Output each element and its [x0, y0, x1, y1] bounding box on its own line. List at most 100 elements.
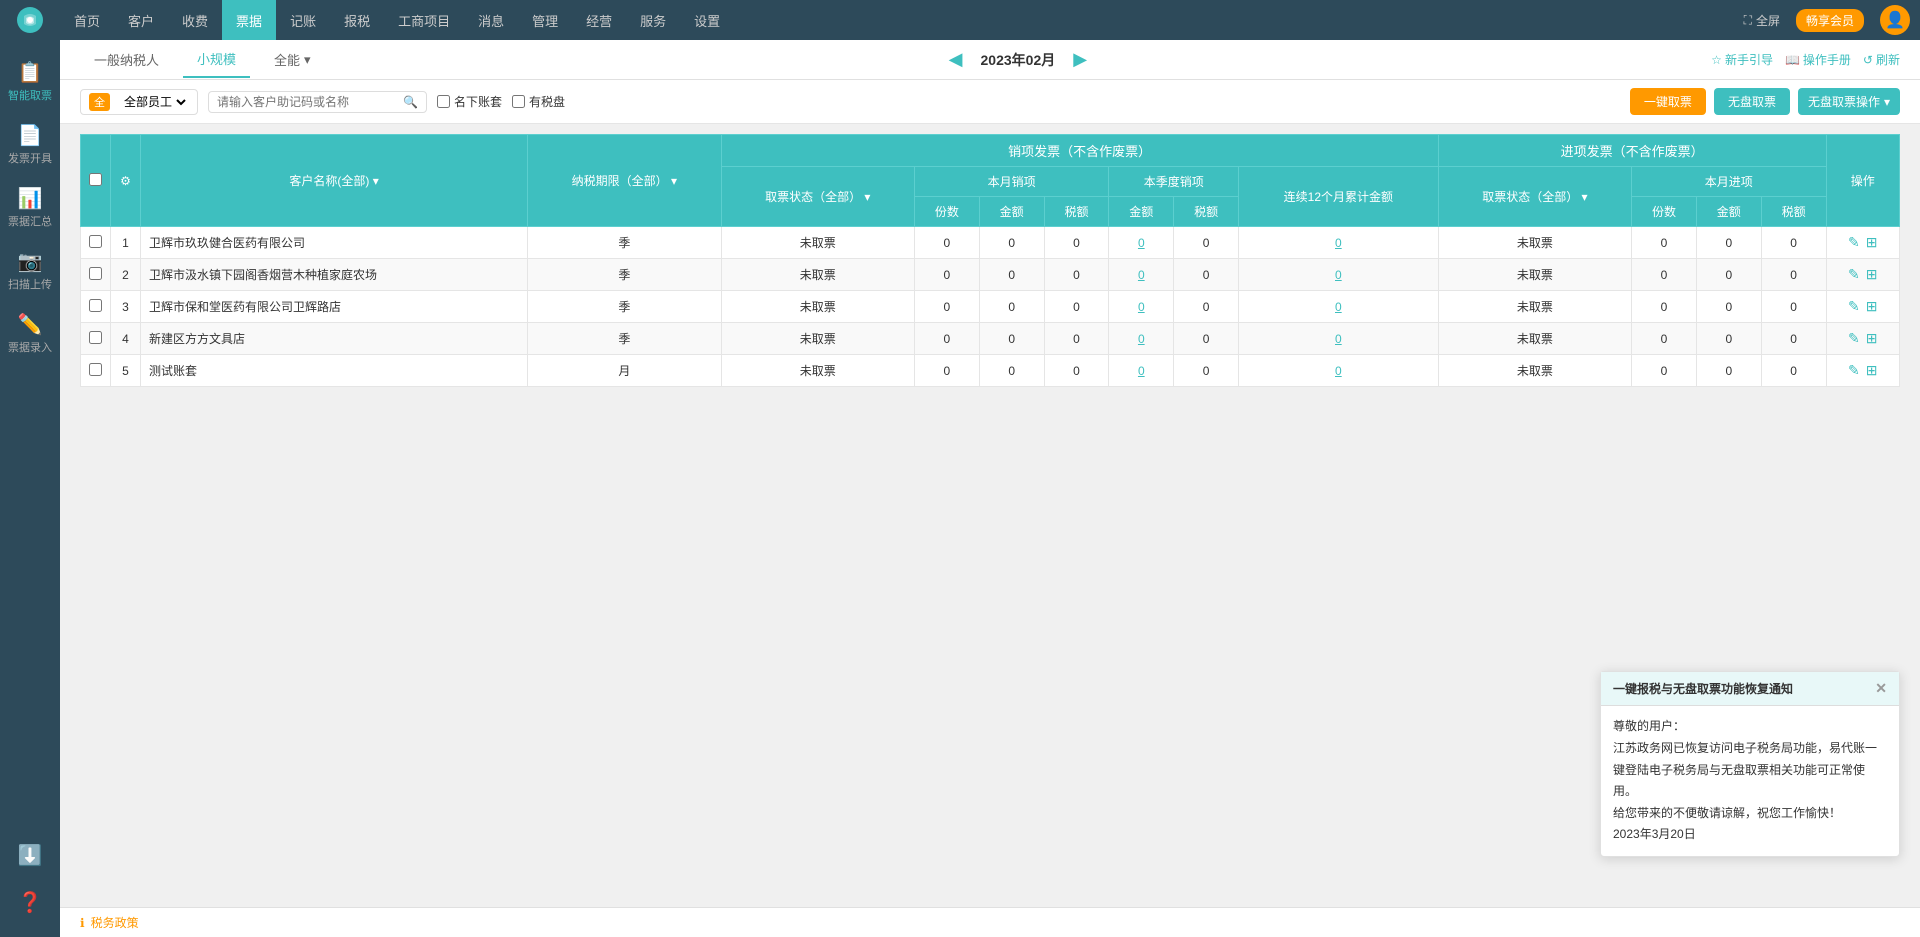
- nav-manage[interactable]: 管理: [518, 0, 572, 40]
- tax-period-filter-icon[interactable]: ▾: [671, 174, 677, 188]
- my-accounts-checkbox[interactable]: [437, 95, 450, 108]
- nav-menu: 首页 客户 收费 票据 记账 报税 工商项目 消息 管理 经营 服务 设置: [60, 0, 1744, 40]
- row-consecutive-12[interactable]: 0: [1239, 355, 1439, 387]
- sidebar-item-invoice-open[interactable]: 📄 发票开具: [0, 113, 60, 176]
- row-consecutive-12[interactable]: 0: [1239, 259, 1439, 291]
- row-purchase-copies: 0: [1632, 227, 1697, 259]
- view-icon[interactable]: ⊞: [1866, 362, 1878, 379]
- row-sales-copies: 0: [914, 227, 979, 259]
- row-purchase-copies: 0: [1632, 323, 1697, 355]
- select-all-checkbox[interactable]: [89, 173, 102, 186]
- diskless-retrieve-ops-button[interactable]: 无盘取票操作 ▾: [1798, 88, 1900, 115]
- edit-icon[interactable]: ✎: [1848, 362, 1860, 379]
- view-icon[interactable]: ⊞: [1866, 330, 1878, 347]
- nav-invoice[interactable]: 票据: [222, 0, 276, 40]
- row-quarter-amount[interactable]: 0: [1109, 291, 1174, 323]
- row-checkbox[interactable]: [89, 235, 102, 248]
- nav-message[interactable]: 消息: [464, 0, 518, 40]
- manual-btn[interactable]: 📖 操作手册: [1785, 51, 1851, 68]
- row-quarter-amount[interactable]: 0: [1109, 323, 1174, 355]
- user-avatar[interactable]: 👤: [1880, 5, 1910, 35]
- my-accounts-checkbox-label[interactable]: 名下账套: [437, 93, 502, 110]
- view-icon[interactable]: ⊞: [1866, 234, 1878, 251]
- edit-icon[interactable]: ✎: [1848, 266, 1860, 283]
- nav-business[interactable]: 工商项目: [384, 0, 464, 40]
- filter-icon[interactable]: ▾: [373, 174, 379, 188]
- row-consecutive-12[interactable]: 0: [1239, 323, 1439, 355]
- row-checkbox-cell[interactable]: [81, 291, 111, 323]
- sales-amount-header: 金额: [979, 197, 1044, 227]
- view-icon[interactable]: ⊞: [1866, 298, 1878, 315]
- sidebar-item-scan-upload[interactable]: 📷 扫描上传: [0, 239, 60, 302]
- row-quarter-amount[interactable]: 0: [1109, 259, 1174, 291]
- app-logo[interactable]: [10, 0, 50, 40]
- notification-close-button[interactable]: ✕: [1875, 680, 1887, 697]
- has-taxdisk-checkbox-label[interactable]: 有税盘: [512, 93, 565, 110]
- row-checkbox[interactable]: [89, 267, 102, 280]
- toolbar-right-buttons: 一键取票 无盘取票 无盘取票操作 ▾: [1630, 88, 1900, 115]
- edit-icon[interactable]: ✎: [1848, 298, 1860, 315]
- vip-button[interactable]: 畅享会员: [1796, 9, 1864, 32]
- row-purchase-copies: 0: [1632, 259, 1697, 291]
- new-guide-btn[interactable]: ☆ 新手引导: [1711, 51, 1773, 68]
- filter-tag: 全: [89, 93, 110, 111]
- bottom-bar[interactable]: ℹ 税务政策: [60, 907, 1920, 937]
- employee-filter[interactable]: 全 全部员工: [80, 89, 198, 115]
- row-checkbox-cell[interactable]: [81, 355, 111, 387]
- diskless-retrieve-button[interactable]: 无盘取票: [1714, 88, 1790, 115]
- purchase-tax-header: 税额: [1761, 197, 1826, 227]
- search-icon[interactable]: 🔍: [403, 95, 418, 109]
- search-box: 🔍: [208, 91, 427, 113]
- fullscreen-btn[interactable]: ⛶ 全屏: [1744, 12, 1780, 29]
- nav-business2[interactable]: 经营: [572, 0, 626, 40]
- nav-home[interactable]: 首页: [60, 0, 114, 40]
- tab-general-taxpayer[interactable]: 一般纳税人: [80, 42, 173, 77]
- consecutive-12-header: 连续12个月累计金额: [1239, 167, 1439, 227]
- row-quarter-amount[interactable]: 0: [1109, 355, 1174, 387]
- purchase-status-filter-icon[interactable]: ▾: [1582, 190, 1588, 204]
- table-row: 4 新建区方方文具店 季 未取票 0 0 0 0 0 0 未取票 0 0 0 ✎…: [81, 323, 1900, 355]
- prev-period-button[interactable]: ◀: [941, 47, 971, 72]
- edit-icon[interactable]: ✎: [1848, 234, 1860, 251]
- tab-small-scale[interactable]: 小规模: [183, 41, 250, 78]
- employee-select[interactable]: 全部员工: [120, 94, 189, 110]
- row-customer-name: 卫辉市汲水镇下园阁香烟营木种植家庭农场: [141, 259, 528, 291]
- row-customer-name: 卫辉市保和堂医药有限公司卫辉路店: [141, 291, 528, 323]
- row-sales-tax: 0: [1044, 323, 1109, 355]
- row-checkbox[interactable]: [89, 299, 102, 312]
- nav-tax[interactable]: 报税: [330, 0, 384, 40]
- view-icon[interactable]: ⊞: [1866, 266, 1878, 283]
- sales-status-filter-icon[interactable]: ▾: [864, 190, 870, 204]
- row-quarter-tax: 0: [1174, 259, 1239, 291]
- nav-settings[interactable]: 设置: [680, 0, 734, 40]
- top-navigation: 首页 客户 收费 票据 记账 报税 工商项目 消息 管理 经营 服务 设置 ⛶ …: [0, 0, 1920, 40]
- one-click-retrieve-button[interactable]: 一键取票: [1630, 88, 1706, 115]
- nav-bookkeeping[interactable]: 记账: [276, 0, 330, 40]
- row-consecutive-12[interactable]: 0: [1239, 227, 1439, 259]
- row-checkbox[interactable]: [89, 331, 102, 344]
- sales-copies-header: 份数: [914, 197, 979, 227]
- row-checkbox-cell[interactable]: [81, 259, 111, 291]
- row-checkbox-cell[interactable]: [81, 323, 111, 355]
- row-quarter-amount[interactable]: 0: [1109, 227, 1174, 259]
- refresh-btn[interactable]: ↺ 刷新: [1863, 51, 1900, 68]
- row-consecutive-12[interactable]: 0: [1239, 291, 1439, 323]
- sidebar-item-invoice-entry[interactable]: ✏️ 票据录入: [0, 302, 60, 365]
- tab-all[interactable]: 全能 ▾: [260, 42, 325, 77]
- row-checkbox-cell[interactable]: [81, 227, 111, 259]
- row-checkbox[interactable]: [89, 363, 102, 376]
- sidebar-item-smart-ticket[interactable]: 📋 智能取票: [0, 50, 60, 113]
- nav-billing[interactable]: 收费: [168, 0, 222, 40]
- sidebar-item-invoice-summary[interactable]: 📊 票据汇总: [0, 176, 60, 239]
- next-period-button[interactable]: ▶: [1065, 47, 1095, 72]
- has-taxdisk-checkbox[interactable]: [512, 95, 525, 108]
- nav-customer[interactable]: 客户: [114, 0, 168, 40]
- row-sales-copies: 0: [914, 291, 979, 323]
- row-purchase-amount: 0: [1696, 227, 1761, 259]
- sidebar-item-help[interactable]: ❓: [13, 880, 48, 927]
- sidebar-item-download[interactable]: ⬇️: [13, 833, 48, 880]
- nav-service[interactable]: 服务: [626, 0, 680, 40]
- edit-icon[interactable]: ✎: [1848, 330, 1860, 347]
- search-input[interactable]: [217, 95, 397, 109]
- invoice-summary-icon: 📊: [18, 186, 43, 211]
